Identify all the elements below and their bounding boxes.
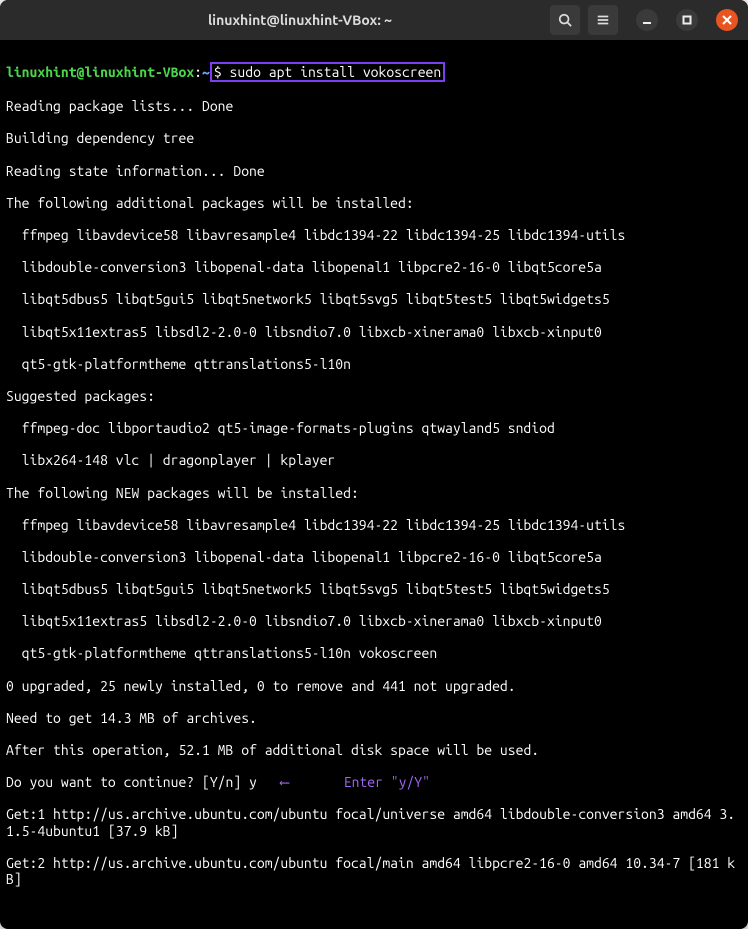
maximize-button[interactable] (676, 9, 698, 31)
output-line: ffmpeg-doc libportaudio2 qt5-image-forma… (6, 420, 742, 436)
output-line: libqt5x11extras5 libsdl2-2.0-0 libsndio7… (6, 324, 742, 340)
terminal-body[interactable]: linuxhint@linuxhint-VBox:~$ sudo apt ins… (0, 40, 748, 929)
prompt-user-host: linuxhint@linuxhint-VBox (6, 64, 194, 80)
continue-answer: y (249, 774, 257, 790)
prompt-symbol: $ (214, 64, 222, 80)
output-line: After this operation, 52.1 MB of additio… (6, 742, 742, 758)
prompt-line: linuxhint@linuxhint-VBox:~$ sudo apt ins… (6, 62, 742, 82)
hamburger-icon (596, 13, 610, 27)
close-icon (722, 15, 732, 25)
menu-button[interactable] (588, 5, 618, 35)
output-line: Get:1 http://us.archive.ubuntu.com/ubunt… (6, 806, 742, 838)
command-highlight-box: $ sudo apt install vokoscreen (210, 62, 445, 82)
output-line: libdouble-conversion3 libopenal-data lib… (6, 259, 742, 275)
output-line: Suggested packages: (6, 388, 742, 404)
output-line: libdouble-conversion3 libopenal-data lib… (6, 549, 742, 565)
titlebar: linuxhint@linuxhint-VBox: ~ (0, 0, 748, 40)
output-line: libqt5dbus5 libqt5gui5 libqt5network5 li… (6, 291, 742, 307)
output-line: Reading package lists... Done (6, 98, 742, 114)
minimize-button[interactable] (636, 9, 658, 31)
output-line: libqt5dbus5 libqt5gui5 libqt5network5 li… (6, 581, 742, 597)
prompt-path: ~ (202, 64, 210, 80)
continue-prompt: Do you want to continue? [Y/n] (6, 774, 249, 790)
close-button[interactable] (716, 9, 738, 31)
search-button[interactable] (550, 5, 580, 35)
minimize-icon (642, 15, 652, 25)
output-line: qt5-gtk-platformtheme qttranslations5-l1… (6, 356, 742, 372)
annotation-arrow: ⟵ (280, 774, 288, 790)
annotation-text: Enter "y/Y" (344, 774, 430, 790)
output-line: Get:2 http://us.archive.ubuntu.com/ubunt… (6, 855, 742, 887)
window-title: linuxhint@linuxhint-VBox: ~ (58, 12, 542, 28)
output-line: Reading state information... Done (6, 163, 742, 179)
output-line: Building dependency tree (6, 130, 742, 146)
output-line: Need to get 14.3 MB of archives. (6, 710, 742, 726)
search-icon (558, 13, 572, 27)
output-line: The following additional packages will b… (6, 195, 742, 211)
output-line: qt5-gtk-platformtheme qttranslations5-l1… (6, 645, 742, 661)
output-line: The following NEW packages will be insta… (6, 485, 742, 501)
continue-prompt-line: Do you want to continue? [Y/n] y ⟵ Enter… (6, 774, 742, 790)
maximize-icon (682, 15, 692, 25)
output-line: libqt5x11extras5 libsdl2-2.0-0 libsndio7… (6, 613, 742, 629)
output-line: 0 upgraded, 25 newly installed, 0 to rem… (6, 678, 742, 694)
terminal-window: linuxhint@linuxhint-VBox: ~ linuxhint@li… (0, 0, 748, 929)
output-line: ffmpeg libavdevice58 libavresample4 libd… (6, 227, 742, 243)
output-line: libx264-148 vlc | dragonplayer | kplayer (6, 452, 742, 468)
command-text: sudo apt install vokoscreen (230, 64, 442, 80)
output-line: ffmpeg libavdevice58 libavresample4 libd… (6, 517, 742, 533)
